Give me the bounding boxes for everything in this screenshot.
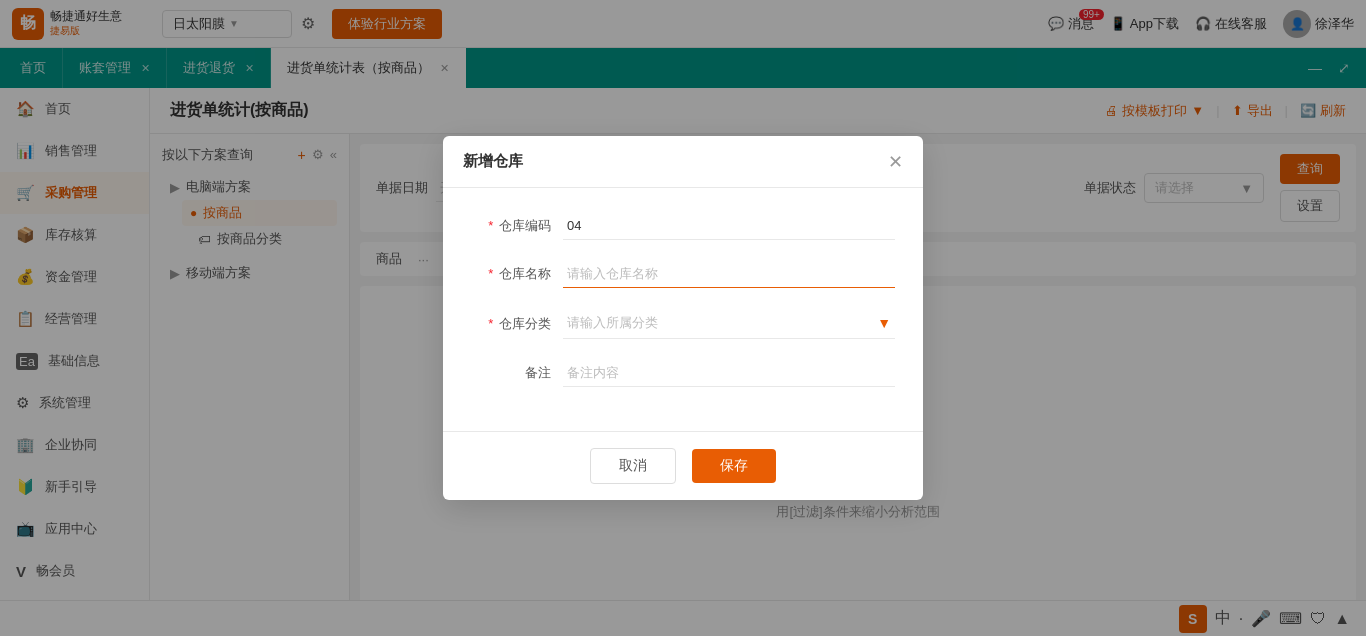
- dialog-close-button[interactable]: ✕: [888, 153, 903, 171]
- required-mark-category: *: [488, 316, 493, 331]
- dialog-header: 新增仓库 ✕: [443, 136, 923, 188]
- form-row-code: * 仓库编码: [471, 212, 895, 240]
- name-input[interactable]: [563, 260, 895, 288]
- category-label: * 仓库分类: [471, 315, 551, 333]
- category-select[interactable]: 请输入所属分类 ▼: [563, 308, 895, 339]
- form-row-name: * 仓库名称: [471, 260, 895, 288]
- form-row-category: * 仓库分类 请输入所属分类 ▼: [471, 308, 895, 339]
- save-button[interactable]: 保存: [692, 449, 776, 483]
- form-row-remark: 备注: [471, 359, 895, 387]
- name-label: * 仓库名称: [471, 265, 551, 283]
- category-dropdown-arrow-icon: ▼: [877, 315, 891, 331]
- code-input[interactable]: [563, 212, 895, 240]
- category-select-placeholder: 请输入所属分类: [567, 314, 658, 332]
- code-label: * 仓库编码: [471, 217, 551, 235]
- required-mark-name: *: [488, 266, 493, 281]
- required-mark-code: *: [488, 218, 493, 233]
- new-warehouse-dialog: 新增仓库 ✕ * 仓库编码 * 仓库名称: [443, 136, 923, 500]
- modal-overlay: 新增仓库 ✕ * 仓库编码 * 仓库名称: [0, 0, 1366, 636]
- dialog-footer: 取消 保存: [443, 431, 923, 500]
- remark-label: 备注: [471, 364, 551, 382]
- remark-input[interactable]: [563, 359, 895, 387]
- dialog-body: * 仓库编码 * 仓库名称 * 仓库分类 请输入所属: [443, 188, 923, 431]
- dialog-title: 新增仓库: [463, 152, 523, 171]
- cancel-button[interactable]: 取消: [590, 448, 676, 484]
